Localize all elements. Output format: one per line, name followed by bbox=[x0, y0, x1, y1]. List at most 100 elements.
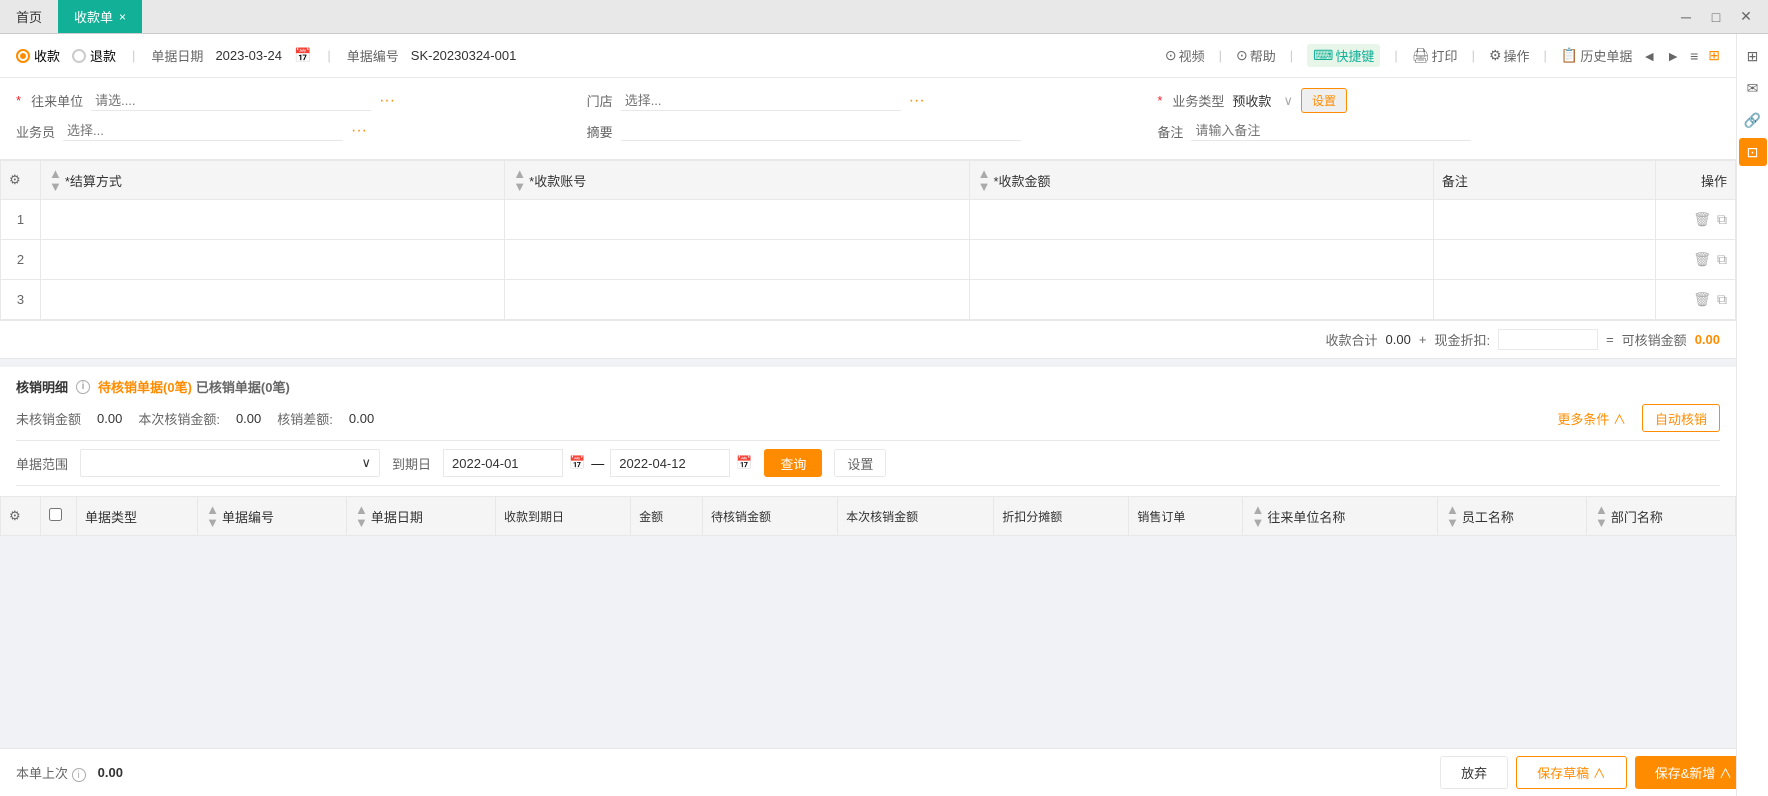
shop-input[interactable] bbox=[621, 91, 901, 111]
list-view-btn[interactable]: ≡ bbox=[1690, 48, 1698, 64]
row3-amount[interactable] bbox=[969, 280, 1433, 320]
range-label: 单据范围 bbox=[16, 454, 68, 473]
date-dash: — bbox=[591, 456, 604, 471]
counterpart-more-btn[interactable]: ··· bbox=[379, 92, 395, 110]
verif-tab-pending[interactable]: 待核销单据(0笔) bbox=[98, 377, 192, 396]
row3-account[interactable] bbox=[505, 280, 969, 320]
discount-input[interactable] bbox=[1498, 329, 1598, 350]
verif-tab-done[interactable]: 已核销单据(0笔) bbox=[196, 377, 290, 396]
footer-info-icon[interactable]: i bbox=[72, 768, 86, 782]
staff-input[interactable] bbox=[63, 121, 343, 141]
remark-section: 备注 bbox=[1157, 121, 1720, 141]
video-btn[interactable]: ⊙ 视频 bbox=[1165, 46, 1205, 65]
range-select[interactable]: ∨ bbox=[80, 449, 380, 477]
row1-remark[interactable] bbox=[1433, 200, 1655, 240]
row-num-1: 1 bbox=[1, 200, 41, 240]
radio-receipt[interactable]: 收款 bbox=[16, 46, 60, 65]
separator1: | bbox=[132, 48, 135, 63]
row2-copy-icon[interactable]: ⧉ bbox=[1717, 251, 1727, 268]
row1-copy-icon[interactable]: ⧉ bbox=[1717, 211, 1727, 228]
row2-remark[interactable] bbox=[1433, 240, 1655, 280]
row3-delete-icon[interactable]: 🗑 bbox=[1693, 291, 1711, 308]
bth-due-date: 收款到期日 bbox=[495, 497, 630, 536]
row1-amount[interactable] bbox=[969, 200, 1433, 240]
bth-current: 本次核销金额 bbox=[838, 497, 994, 536]
date-from-input[interactable] bbox=[443, 449, 563, 477]
setting-button[interactable]: 设置 bbox=[1301, 88, 1347, 113]
separator2: | bbox=[327, 48, 330, 63]
row2-account[interactable] bbox=[505, 240, 969, 280]
bth-dept: ▲▼ 部门名称 bbox=[1586, 497, 1735, 536]
counterpart-required: * bbox=[16, 93, 21, 108]
save-new-button[interactable]: 保存&新增 ∧ bbox=[1635, 756, 1752, 789]
nav-right-btn[interactable]: ► bbox=[1666, 48, 1680, 64]
history-btn[interactable]: 📋 历史单据 bbox=[1561, 46, 1632, 65]
row3-copy-icon[interactable]: ⧉ bbox=[1717, 291, 1727, 308]
bottom-table-gear-icon[interactable]: ⚙ bbox=[9, 508, 21, 523]
abandon-button[interactable]: 放弃 bbox=[1440, 756, 1508, 789]
date-to-icon[interactable]: 📅 bbox=[736, 455, 752, 471]
form-area: * 往来单位 ··· 门店 ··· * 业务类型 预收款 ∨ 设置 bbox=[0, 78, 1736, 160]
print-btn[interactable]: 🖨 打印 bbox=[1412, 46, 1458, 65]
summary-input[interactable] bbox=[621, 121, 1021, 141]
tab-home[interactable]: 首页 bbox=[0, 0, 58, 33]
shortcut-btn[interactable]: ⌨ 快捷键 bbox=[1307, 44, 1380, 67]
row1-actions: 🗑 ⧉ bbox=[1656, 200, 1736, 240]
discount-label: 现金折扣: bbox=[1434, 330, 1490, 349]
tab-receipt[interactable]: 收款单 × bbox=[58, 0, 142, 33]
receipt-table: ⚙ ▲▼ *结算方式 ▲▼ *收款账号 bbox=[0, 160, 1736, 320]
shop-more-btn[interactable]: ··· bbox=[909, 92, 925, 110]
separator5: | bbox=[1394, 48, 1397, 63]
row1-delete-icon[interactable]: 🗑 bbox=[1693, 211, 1711, 228]
bottom-table: ⚙ 单据类型 ▲▼ 单据编号 bbox=[0, 496, 1736, 536]
close-button[interactable]: ✕ bbox=[1732, 3, 1760, 31]
auto-offset-button[interactable]: 自动核销 bbox=[1642, 404, 1720, 432]
table-row: 2 🗑 ⧉ bbox=[1, 240, 1736, 280]
row3-settlement[interactable] bbox=[41, 280, 505, 320]
row1-settlement[interactable] bbox=[41, 200, 505, 240]
query-button[interactable]: 查询 bbox=[764, 449, 822, 477]
biz-type-caret[interactable]: ∨ bbox=[1283, 93, 1293, 109]
biz-type-section: * 业务类型 预收款 ∨ 设置 bbox=[1157, 88, 1720, 113]
verif-setting-button[interactable]: 设置 bbox=[834, 449, 886, 477]
more-conditions-btn[interactable]: 更多条件 ∧ bbox=[1557, 409, 1626, 428]
sidebar-link-icon[interactable]: 🔗 bbox=[1739, 106, 1767, 134]
maximize-button[interactable]: □ bbox=[1702, 3, 1730, 31]
staff-more-btn[interactable]: ··· bbox=[351, 122, 367, 140]
calendar-icon[interactable]: 📅 bbox=[294, 47, 311, 64]
sidebar-screen-icon[interactable]: ⊡ bbox=[1739, 138, 1767, 166]
radio-refund[interactable]: 退款 bbox=[72, 46, 116, 65]
date-from-icon[interactable]: 📅 bbox=[569, 455, 585, 471]
sidebar-table-icon[interactable]: ⊞ bbox=[1739, 42, 1767, 70]
staff-label: 业务员 bbox=[16, 122, 55, 141]
row3-remark[interactable] bbox=[1433, 280, 1655, 320]
counterpart-section: * 往来单位 ··· bbox=[16, 91, 579, 111]
remark-input[interactable] bbox=[1191, 121, 1471, 141]
receipt-type-group: 收款 退款 bbox=[16, 46, 116, 65]
minimize-button[interactable]: ─ bbox=[1672, 3, 1700, 31]
sidebar-mail-icon[interactable]: ✉ bbox=[1739, 74, 1767, 102]
verif-info-icon[interactable]: i bbox=[76, 380, 90, 394]
row1-account[interactable] bbox=[505, 200, 969, 240]
bth-amount: 金额 bbox=[631, 497, 703, 536]
select-all-checkbox[interactable] bbox=[49, 508, 62, 521]
tab-close-icon[interactable]: × bbox=[119, 10, 126, 24]
save-draft-button[interactable]: 保存草稿 ∧ bbox=[1516, 756, 1627, 789]
number-label: 单据编号 bbox=[347, 46, 399, 65]
operation-btn[interactable]: ⚙ 操作 bbox=[1489, 46, 1530, 65]
nav-left-btn[interactable]: ◄ bbox=[1642, 48, 1656, 64]
radio-receipt-label: 收款 bbox=[34, 46, 60, 65]
grid-view-btn[interactable]: ⊞ bbox=[1708, 47, 1720, 64]
row2-amount[interactable] bbox=[969, 240, 1433, 280]
verif-title-text: 核销明细 bbox=[16, 377, 68, 396]
counterpart-input[interactable] bbox=[91, 91, 371, 111]
table-gear-icon[interactable]: ⚙ bbox=[9, 172, 21, 187]
date-to-input[interactable] bbox=[610, 449, 730, 477]
bottom-table-wrap: ⚙ 单据类型 ▲▼ 单据编号 bbox=[0, 496, 1736, 536]
help-btn[interactable]: ⊙ 帮助 bbox=[1236, 46, 1276, 65]
bth-doc-date: ▲▼ 单据日期 bbox=[347, 497, 496, 536]
row2-settlement[interactable] bbox=[41, 240, 505, 280]
verif-stats-row: 未核销金额 0.00 本次核销金额: 0.00 核销差额: 0.00 更多条件 … bbox=[16, 404, 1720, 432]
biz-type-required: * bbox=[1157, 93, 1162, 108]
row2-delete-icon[interactable]: 🗑 bbox=[1693, 251, 1711, 268]
